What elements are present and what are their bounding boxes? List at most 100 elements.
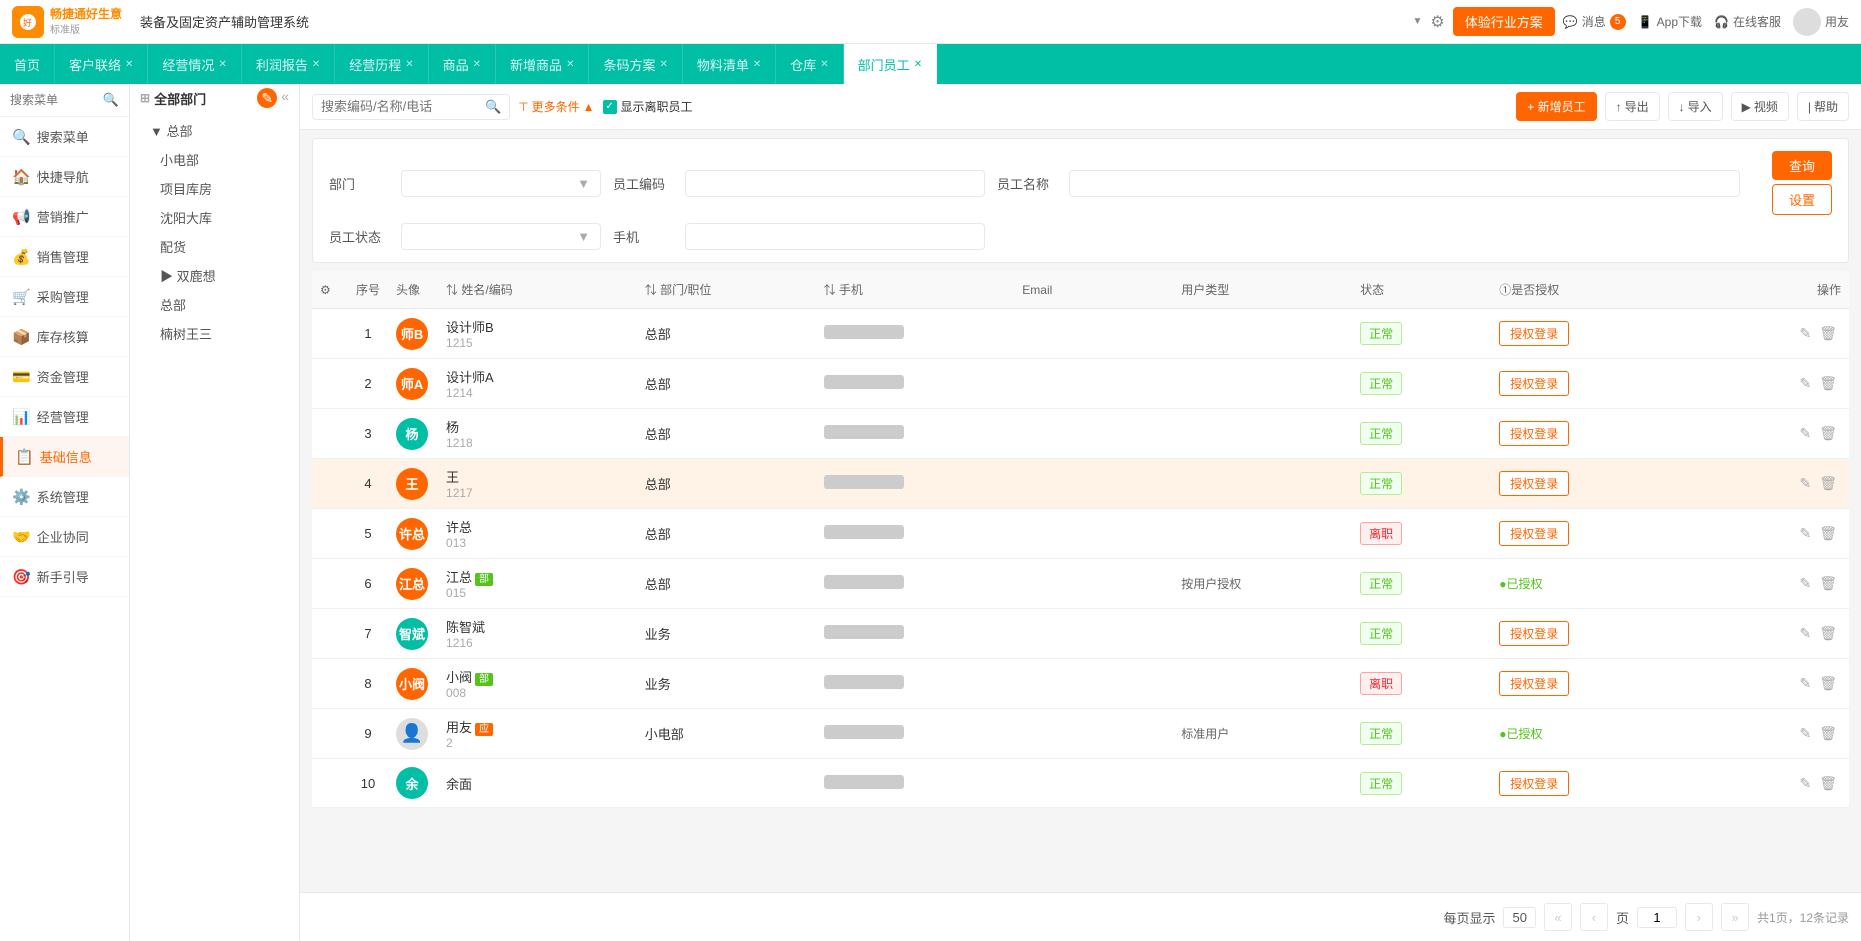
delete-icon[interactable]: 🗑 bbox=[1815, 773, 1841, 793]
dept-select[interactable]: ▼ bbox=[401, 170, 601, 197]
tab-close-icon[interactable]: ✕ bbox=[405, 59, 413, 70]
nav-tab-仓库[interactable]: 仓库 ✕ bbox=[776, 44, 843, 84]
dept-edit-btn[interactable]: ✎ bbox=[257, 88, 277, 108]
auth-button[interactable]: 授权登录 bbox=[1499, 771, 1569, 796]
th-dept[interactable]: ⇅ 部门/职位 bbox=[637, 271, 816, 309]
last-page-btn[interactable]: » bbox=[1721, 903, 1749, 931]
delete-icon[interactable]: 🗑 bbox=[1815, 323, 1841, 343]
edit-icon[interactable]: ✎ bbox=[1795, 573, 1815, 593]
edit-icon[interactable]: ✎ bbox=[1795, 673, 1815, 693]
nav-tab-新增商品[interactable]: 新增商品 ✕ bbox=[496, 44, 589, 84]
phone-input[interactable] bbox=[685, 223, 985, 250]
dept-node[interactable]: 楠树王三 bbox=[130, 319, 299, 348]
edit-icon[interactable]: ✎ bbox=[1795, 523, 1815, 543]
tab-close-icon[interactable]: ✕ bbox=[914, 59, 922, 70]
delete-icon[interactable]: 🗑 bbox=[1815, 673, 1841, 693]
delete-icon[interactable]: 🗑 bbox=[1815, 473, 1841, 493]
app-download-btn[interactable]: 📱 App下载 bbox=[1638, 13, 1702, 30]
dept-collapse-btn[interactable]: « bbox=[281, 88, 289, 108]
add-employee-button[interactable]: + 新增员工 bbox=[1516, 92, 1596, 121]
online-service-btn[interactable]: 🎧 在线客服 bbox=[1714, 13, 1781, 30]
left-nav-item-搜索菜单[interactable]: 🔍搜索菜单 bbox=[0, 117, 129, 157]
next-page-btn[interactable]: › bbox=[1685, 903, 1713, 931]
tab-close-icon[interactable]: ✕ bbox=[218, 59, 226, 70]
th-phone[interactable]: ⇅ 手机 bbox=[816, 271, 1015, 309]
emp-code-input[interactable] bbox=[685, 170, 985, 197]
help-button[interactable]: | 帮助 bbox=[1797, 92, 1849, 121]
left-nav-item-采购管理[interactable]: 🛒采购管理 bbox=[0, 277, 129, 317]
edit-icon[interactable]: ✎ bbox=[1795, 373, 1815, 393]
edit-icon[interactable]: ✎ bbox=[1795, 473, 1815, 493]
nav-tab-利润报告[interactable]: 利润报告 ✕ bbox=[242, 44, 335, 84]
tab-close-icon[interactable]: ✕ bbox=[820, 59, 828, 70]
search-submit-icon[interactable]: 🔍 bbox=[485, 99, 501, 115]
auth-button[interactable]: 授权登录 bbox=[1499, 471, 1569, 496]
left-nav-item-库存核算[interactable]: 📦库存核算 bbox=[0, 317, 129, 357]
delete-icon[interactable]: 🗑 bbox=[1815, 623, 1841, 643]
auth-button[interactable]: 授权登录 bbox=[1499, 671, 1569, 696]
dept-node[interactable]: ▼ 总部 bbox=[130, 116, 299, 145]
delete-icon[interactable]: 🗑 bbox=[1815, 573, 1841, 593]
delete-icon[interactable]: 🗑 bbox=[1815, 423, 1841, 443]
left-nav-item-基础信息[interactable]: 📋基础信息 bbox=[0, 437, 129, 477]
dept-node[interactable]: 小电部 bbox=[130, 145, 299, 174]
th-settings[interactable]: ⚙ bbox=[312, 271, 348, 309]
export-button[interactable]: ↑ 导出 bbox=[1605, 92, 1660, 121]
filter-btn[interactable]: ⊤ 更多条件 ▲ bbox=[518, 98, 594, 115]
emp-name-input[interactable] bbox=[1069, 170, 1740, 197]
nav-tab-经营历程[interactable]: 经营历程 ✕ bbox=[335, 44, 428, 84]
settings-icon[interactable]: ⚙ bbox=[1430, 12, 1444, 32]
auth-button[interactable]: 授权登录 bbox=[1499, 521, 1569, 546]
delete-icon[interactable]: 🗑 bbox=[1815, 723, 1841, 743]
tab-close-icon[interactable]: ✕ bbox=[659, 59, 667, 70]
show-resign-toggle[interactable]: ✓ 显示离职员工 bbox=[603, 98, 693, 115]
edit-icon[interactable]: ✎ bbox=[1795, 423, 1815, 443]
left-nav-item-销售管理[interactable]: 💰销售管理 bbox=[0, 237, 129, 277]
nav-tab-物料清单[interactable]: 物料清单 ✕ bbox=[683, 44, 776, 84]
nav-tab-客户联络[interactable]: 客户联络 ✕ bbox=[55, 44, 148, 84]
status-select[interactable]: ▼ bbox=[401, 223, 601, 250]
auth-button[interactable]: 授权登录 bbox=[1499, 371, 1569, 396]
page-size-value[interactable]: 50 bbox=[1503, 907, 1535, 928]
view-button[interactable]: ▶ 视频 bbox=[1731, 92, 1789, 121]
first-page-btn[interactable]: « bbox=[1544, 903, 1572, 931]
auth-button[interactable]: 授权登录 bbox=[1499, 421, 1569, 446]
edit-icon[interactable]: ✎ bbox=[1795, 323, 1815, 343]
tab-close-icon[interactable]: ✕ bbox=[125, 59, 133, 70]
user-area[interactable]: 用友 bbox=[1793, 8, 1849, 36]
nav-tab-部门员工[interactable]: 部门员工 ✕ bbox=[844, 44, 937, 84]
search-input[interactable] bbox=[321, 99, 481, 114]
tab-close-icon[interactable]: ✕ bbox=[473, 59, 481, 70]
delete-icon[interactable]: 🗑 bbox=[1815, 373, 1841, 393]
experience-button[interactable]: 体验行业方案 bbox=[1453, 7, 1555, 36]
dept-node[interactable]: 沈阳大库 bbox=[130, 203, 299, 232]
edit-icon[interactable]: ✎ bbox=[1795, 723, 1815, 743]
left-nav-item-新手引导[interactable]: 🎯新手引导 bbox=[0, 557, 129, 597]
message-btn[interactable]: 💬 消息 5 bbox=[1563, 13, 1626, 30]
left-nav-item-资金管理[interactable]: 💳资金管理 bbox=[0, 357, 129, 397]
tab-close-icon[interactable]: ✕ bbox=[312, 59, 320, 70]
auth-button[interactable]: 授权登录 bbox=[1499, 321, 1569, 346]
auth-button[interactable]: 授权登录 bbox=[1499, 621, 1569, 646]
left-nav-item-企业协同[interactable]: 🤝企业协同 bbox=[0, 517, 129, 557]
tab-close-icon[interactable]: ✕ bbox=[566, 59, 574, 70]
nav-tab-商品[interactable]: 商品 ✕ bbox=[429, 44, 496, 84]
prev-page-btn[interactable]: ‹ bbox=[1580, 903, 1608, 931]
delete-icon[interactable]: 🗑 bbox=[1815, 523, 1841, 543]
system-dropdown-arrow[interactable]: ▼ bbox=[1412, 16, 1422, 27]
th-name-code[interactable]: ⇅ 姓名/编码 bbox=[438, 271, 637, 309]
left-nav-item-快捷导航[interactable]: 🏠快捷导航 bbox=[0, 157, 129, 197]
set-button[interactable]: 设置 bbox=[1772, 184, 1832, 215]
tab-close-icon[interactable]: ✕ bbox=[753, 59, 761, 70]
dept-node[interactable]: 配货 bbox=[130, 232, 299, 261]
dept-node[interactable]: 项目库房 bbox=[130, 174, 299, 203]
nav-tab-条码方案[interactable]: 条码方案 ✕ bbox=[589, 44, 682, 84]
dept-node[interactable]: ▶ 双鹿想 bbox=[130, 261, 299, 290]
dept-node[interactable]: 总部 bbox=[130, 290, 299, 319]
edit-icon[interactable]: ✎ bbox=[1795, 773, 1815, 793]
import-button[interactable]: ↓ 导入 bbox=[1668, 92, 1723, 121]
page-input[interactable] bbox=[1637, 907, 1677, 928]
nav-tab-首页[interactable]: 首页 bbox=[0, 44, 55, 84]
left-nav-item-经营管理[interactable]: 📊经营管理 bbox=[0, 397, 129, 437]
nav-tab-经营情况[interactable]: 经营情况 ✕ bbox=[148, 44, 241, 84]
